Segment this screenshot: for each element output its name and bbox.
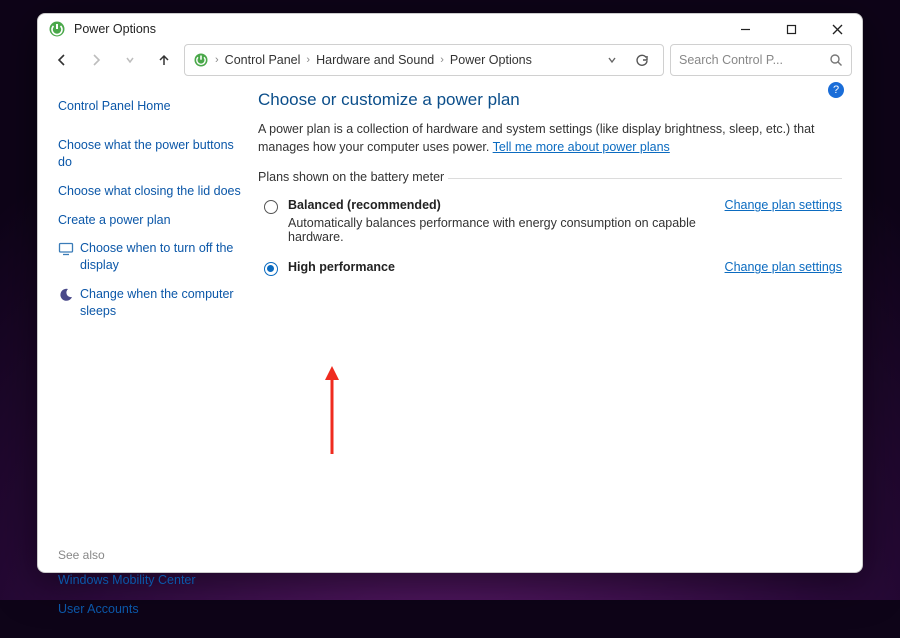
window: Power Options › Control Panel	[37, 13, 863, 573]
search-box[interactable]	[670, 44, 852, 76]
plan-balanced: Balanced (recommended) Automatically bal…	[258, 194, 842, 256]
power-options-icon	[48, 20, 66, 38]
see-also-mobility-center[interactable]: Windows Mobility Center	[58, 566, 244, 595]
refresh-icon[interactable]	[629, 53, 655, 67]
sidebar: Control Panel Home Choose what the power…	[52, 86, 248, 624]
plan-title: High performance	[288, 260, 395, 274]
chevron-right-icon[interactable]: ›	[306, 54, 310, 66]
forward-button[interactable]	[82, 46, 110, 74]
sidebar-item-label: Choose when to turn off the display	[80, 240, 244, 274]
power-options-icon	[193, 52, 209, 68]
content: ? Control Panel Home Choose what the pow…	[38, 76, 862, 638]
see-also-label: See also	[58, 548, 244, 566]
titlebar: Power Options	[38, 14, 862, 44]
search-input[interactable]	[679, 53, 823, 67]
page-description: A power plan is a collection of hardware…	[258, 120, 842, 156]
sidebar-link-closing-lid[interactable]: Choose what closing the lid does	[58, 177, 244, 206]
main-panel: Choose or customize a power plan A power…	[248, 86, 848, 624]
sidebar-link-turn-off-display[interactable]: Choose when to turn off the display	[58, 234, 244, 280]
back-button[interactable]	[48, 46, 76, 74]
window-title: Power Options	[74, 22, 722, 36]
toolbar: › Control Panel › Hardware and Sound › P…	[38, 44, 862, 76]
sidebar-item-label: Change when the computer sleeps	[80, 286, 244, 320]
breadcrumb-root[interactable]: Control Panel	[225, 53, 301, 67]
radio-high-performance[interactable]	[264, 262, 278, 276]
radio-balanced[interactable]	[264, 200, 278, 214]
maximize-button[interactable]	[768, 14, 814, 44]
page-heading: Choose or customize a power plan	[258, 90, 842, 110]
sidebar-link-power-buttons[interactable]: Choose what the power buttons do	[58, 131, 244, 177]
moon-icon	[58, 287, 74, 303]
plan-title: Balanced (recommended)	[288, 198, 715, 212]
recent-locations-button[interactable]	[116, 46, 144, 74]
plan-subtitle: Automatically balances performance with …	[288, 216, 715, 244]
plan-high-performance: High performance Change plan settings	[258, 256, 842, 288]
plans-section-label: Plans shown on the battery meter	[258, 170, 842, 184]
sidebar-link-create-plan[interactable]: Create a power plan	[58, 206, 244, 235]
change-plan-settings-link[interactable]: Change plan settings	[725, 260, 842, 274]
display-icon	[58, 241, 74, 257]
up-button[interactable]	[150, 46, 178, 74]
sidebar-home[interactable]: Control Panel Home	[58, 92, 244, 121]
address-bar[interactable]: › Control Panel › Hardware and Sound › P…	[184, 44, 664, 76]
learn-more-link[interactable]: Tell me more about power plans	[493, 140, 670, 154]
breadcrumb-leaf[interactable]: Power Options	[450, 53, 532, 67]
change-plan-settings-link[interactable]: Change plan settings	[725, 198, 842, 212]
search-icon[interactable]	[829, 53, 843, 67]
close-button[interactable]	[814, 14, 860, 44]
chevron-right-icon[interactable]: ›	[440, 54, 444, 66]
minimize-button[interactable]	[722, 14, 768, 44]
chevron-down-icon[interactable]	[601, 55, 623, 65]
breadcrumb-mid[interactable]: Hardware and Sound	[316, 53, 434, 67]
help-icon[interactable]: ?	[828, 82, 844, 98]
chevron-right-icon[interactable]: ›	[215, 54, 219, 66]
sidebar-link-sleep[interactable]: Change when the computer sleeps	[58, 280, 244, 326]
see-also-user-accounts[interactable]: User Accounts	[58, 595, 244, 624]
annotation-arrow-icon	[324, 366, 340, 456]
